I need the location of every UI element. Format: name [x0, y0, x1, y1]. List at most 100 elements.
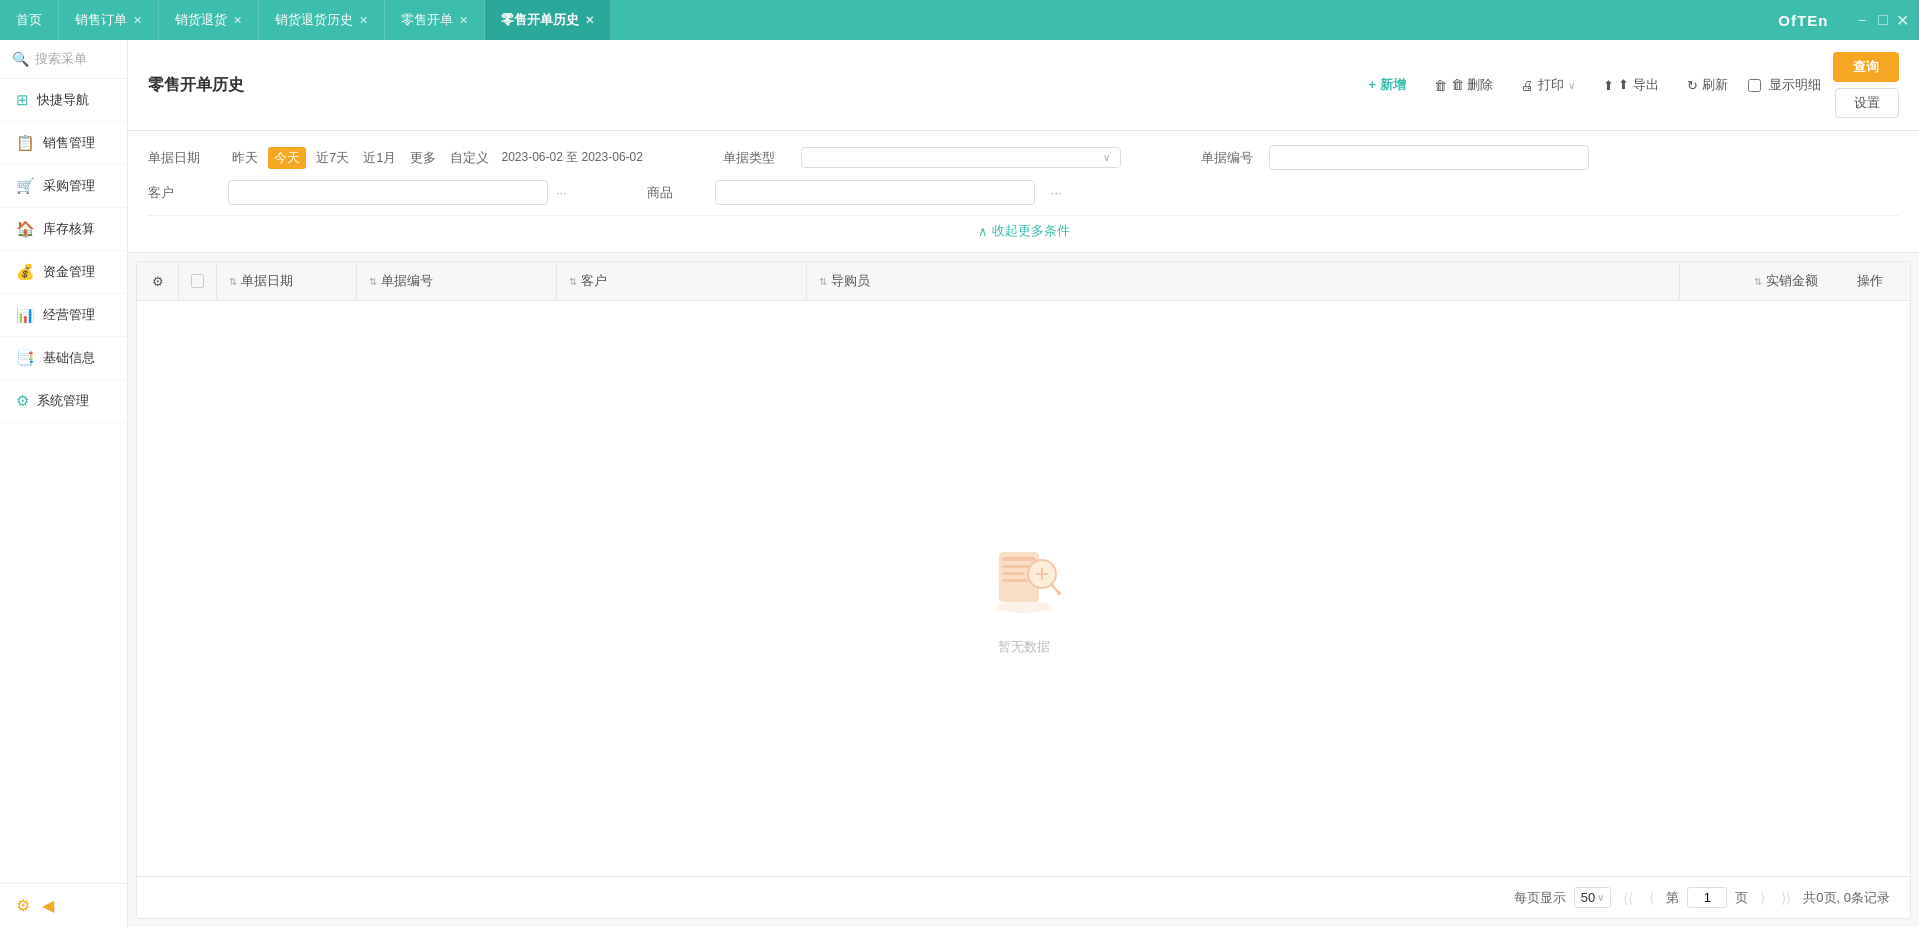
settings-button[interactable]: 设置 [1835, 88, 1899, 118]
type-filter-select[interactable]: ∨ [801, 147, 1121, 168]
tab-sales-order-close[interactable]: ✕ [133, 14, 142, 27]
sidebar-search[interactable]: 🔍 搜索采单 [0, 40, 127, 79]
refresh-button[interactable]: ↻ 刷新 [1679, 72, 1736, 98]
sidebar-item-purchase-mgmt-label: 采购管理 [43, 177, 95, 195]
sidebar-item-finance-label: 资金管理 [43, 263, 95, 281]
customer-filter-dots[interactable]: ··· [556, 185, 567, 200]
sidebar-item-quick-nav-label: 快捷导航 [37, 91, 89, 109]
date-btn-month[interactable]: 近1月 [359, 147, 400, 169]
customer-filter-label: 客户 [148, 184, 228, 202]
delete-icon: 🗑 [1434, 78, 1447, 93]
th-customer[interactable]: ⇅ 客户 [557, 262, 807, 300]
sidebar-item-quick-nav[interactable]: ⊞ 快捷导航 [0, 79, 127, 122]
tab-retail-history[interactable]: 零售开单历史 ✕ [485, 0, 611, 40]
show-detail-toggle[interactable]: 显示明细 [1748, 76, 1821, 94]
sidebar-item-operations[interactable]: 📊 经营管理 [0, 294, 127, 337]
tab-retail-history-close[interactable]: ✕ [585, 14, 594, 27]
brand-logo: OfTEn [1778, 12, 1828, 29]
operations-icon: 📊 [16, 306, 35, 324]
sidebar-item-sales-mgmt[interactable]: 📋 销售管理 [0, 122, 127, 165]
tab-retail-open[interactable]: 零售开单 ✕ [385, 0, 485, 40]
th-amount[interactable]: ⇅ 实销金额 [1680, 262, 1830, 300]
total-info: 共0页, 0条记录 [1803, 889, 1890, 907]
svg-rect-5 [1002, 579, 1028, 582]
per-page-select[interactable]: 50 ∨ [1574, 887, 1611, 908]
top-bar: 首页 销售订单 ✕ 销货退货 ✕ 销货退货历史 ✕ 零售开单 ✕ 零售开单历史 … [0, 0, 1919, 40]
th-guide-label: 导购员 [831, 272, 870, 290]
sidebar-item-inventory[interactable]: 🏠 库存核算 [0, 208, 127, 251]
delete-button[interactable]: 🗑 🗑 删除 [1426, 72, 1502, 98]
tab-sales-return-history-close[interactable]: ✕ [359, 14, 368, 27]
number-filter-input[interactable] [1269, 145, 1589, 170]
maximize-button[interactable]: □ [1878, 11, 1888, 29]
th-number[interactable]: ⇅ 单据编号 [357, 262, 557, 300]
date-btn-yesterday[interactable]: 昨天 [228, 147, 262, 169]
goods-filter-label: 商品 [647, 184, 707, 202]
table-wrapper: ⚙ ⇅ 单据日期 ⇅ 单据编号 ⇅ 客户 ⇅ [136, 261, 1911, 919]
tab-sales-return-history[interactable]: 销货退货历史 ✕ [259, 0, 385, 40]
delete-label: 🗑 删除 [1451, 76, 1494, 94]
query-settings-group: 查询 设置 [1833, 52, 1899, 118]
search-icon: 🔍 [12, 51, 29, 67]
per-page-value: 50 [1581, 890, 1595, 905]
th-settings[interactable]: ⚙ [137, 262, 179, 300]
empty-state: 暂无数据 [137, 301, 1910, 876]
tab-home[interactable]: 首页 [0, 0, 59, 40]
sort-date-icon: ⇅ [229, 276, 237, 287]
filter-row-customer: 客户 ··· 商品 ··· [148, 180, 1899, 205]
tab-sales-return-history-label: 销货退货历史 [275, 11, 353, 29]
tab-retail-open-close[interactable]: ✕ [459, 14, 468, 27]
per-page-label: 每页显示 [1514, 889, 1566, 907]
goods-filter-dots[interactable]: ··· [1051, 185, 1062, 200]
sort-number-icon: ⇅ [369, 276, 377, 287]
date-btn-custom[interactable]: 自定义 [446, 147, 493, 169]
show-detail-checkbox[interactable] [1748, 79, 1761, 92]
sidebar-item-sys-mgmt[interactable]: ⚙ 系统管理 [0, 380, 127, 423]
svg-point-0 [996, 601, 1052, 613]
add-button[interactable]: + 新增 [1361, 72, 1414, 98]
tab-sales-order[interactable]: 销售订单 ✕ [59, 0, 159, 40]
tab-sales-return-label: 销货退货 [175, 11, 227, 29]
close-button[interactable]: ✕ [1896, 11, 1909, 30]
goods-filter-input[interactable] [715, 180, 1035, 205]
sidebar-collapse-button[interactable]: ◀ [42, 896, 54, 915]
query-button[interactable]: 查询 [1833, 52, 1899, 82]
customer-filter-input[interactable] [228, 180, 548, 205]
inventory-icon: 🏠 [16, 220, 35, 238]
toolbar-actions: + 新增 🗑 🗑 删除 🖨 打印 ∨ ⬆ ⬆ 导出 ↻ 刷新 [1361, 52, 1899, 118]
date-btn-more[interactable]: 更多 [406, 147, 440, 169]
filter-row-date: 单据日期 昨天 今天 近7天 近1月 更多 自定义 2023-06-02 至 2… [148, 145, 1899, 170]
minimize-button[interactable]: － [1854, 10, 1870, 31]
tab-retail-open-label: 零售开单 [401, 11, 453, 29]
print-button[interactable]: 🖨 打印 ∨ [1513, 72, 1583, 98]
th-amount-label: 实销金额 [1766, 272, 1818, 290]
sidebar-item-finance[interactable]: 💰 资金管理 [0, 251, 127, 294]
last-page-button[interactable]: ⟩⟩ [1777, 890, 1795, 906]
sidebar-item-operations-label: 经营管理 [43, 306, 95, 324]
purchase-mgmt-icon: 🛒 [16, 177, 35, 195]
prev-page-button[interactable]: ⟨ [1645, 890, 1658, 906]
th-check[interactable] [179, 262, 217, 300]
page-title: 零售开单历史 [148, 75, 244, 96]
page-word: 第 [1666, 889, 1679, 907]
date-btn-week[interactable]: 近7天 [312, 147, 353, 169]
first-page-button[interactable]: ⟨⟨ [1619, 890, 1637, 906]
sidebar-settings-button[interactable]: ⚙ [16, 896, 30, 915]
page-number-input[interactable] [1687, 887, 1727, 908]
tab-sales-return-close[interactable]: ✕ [233, 14, 242, 27]
th-guide[interactable]: ⇅ 导购员 [807, 262, 1680, 300]
export-button[interactable]: ⬆ ⬆ 导出 [1595, 72, 1667, 98]
th-action: 操作 [1830, 262, 1910, 300]
sidebar-item-base-info[interactable]: 📑 基础信息 [0, 337, 127, 380]
svg-line-9 [1051, 584, 1058, 592]
collapse-button[interactable]: ∧ 收起更多条件 [148, 215, 1899, 242]
select-all-checkbox[interactable] [191, 274, 204, 288]
tab-home-label: 首页 [16, 11, 42, 29]
tab-sales-return[interactable]: 销货退货 ✕ [159, 0, 259, 40]
top-bar-right: OfTEn [1762, 12, 1844, 29]
pagination: 每页显示 50 ∨ ⟨⟨ ⟨ 第 页 ⟩ ⟩⟩ 共0页, 0条记录 [137, 876, 1910, 918]
th-date[interactable]: ⇅ 单据日期 [217, 262, 357, 300]
next-page-button[interactable]: ⟩ [1756, 890, 1769, 906]
sidebar-item-purchase-mgmt[interactable]: 🛒 采购管理 [0, 165, 127, 208]
date-btn-today[interactable]: 今天 [268, 147, 306, 169]
